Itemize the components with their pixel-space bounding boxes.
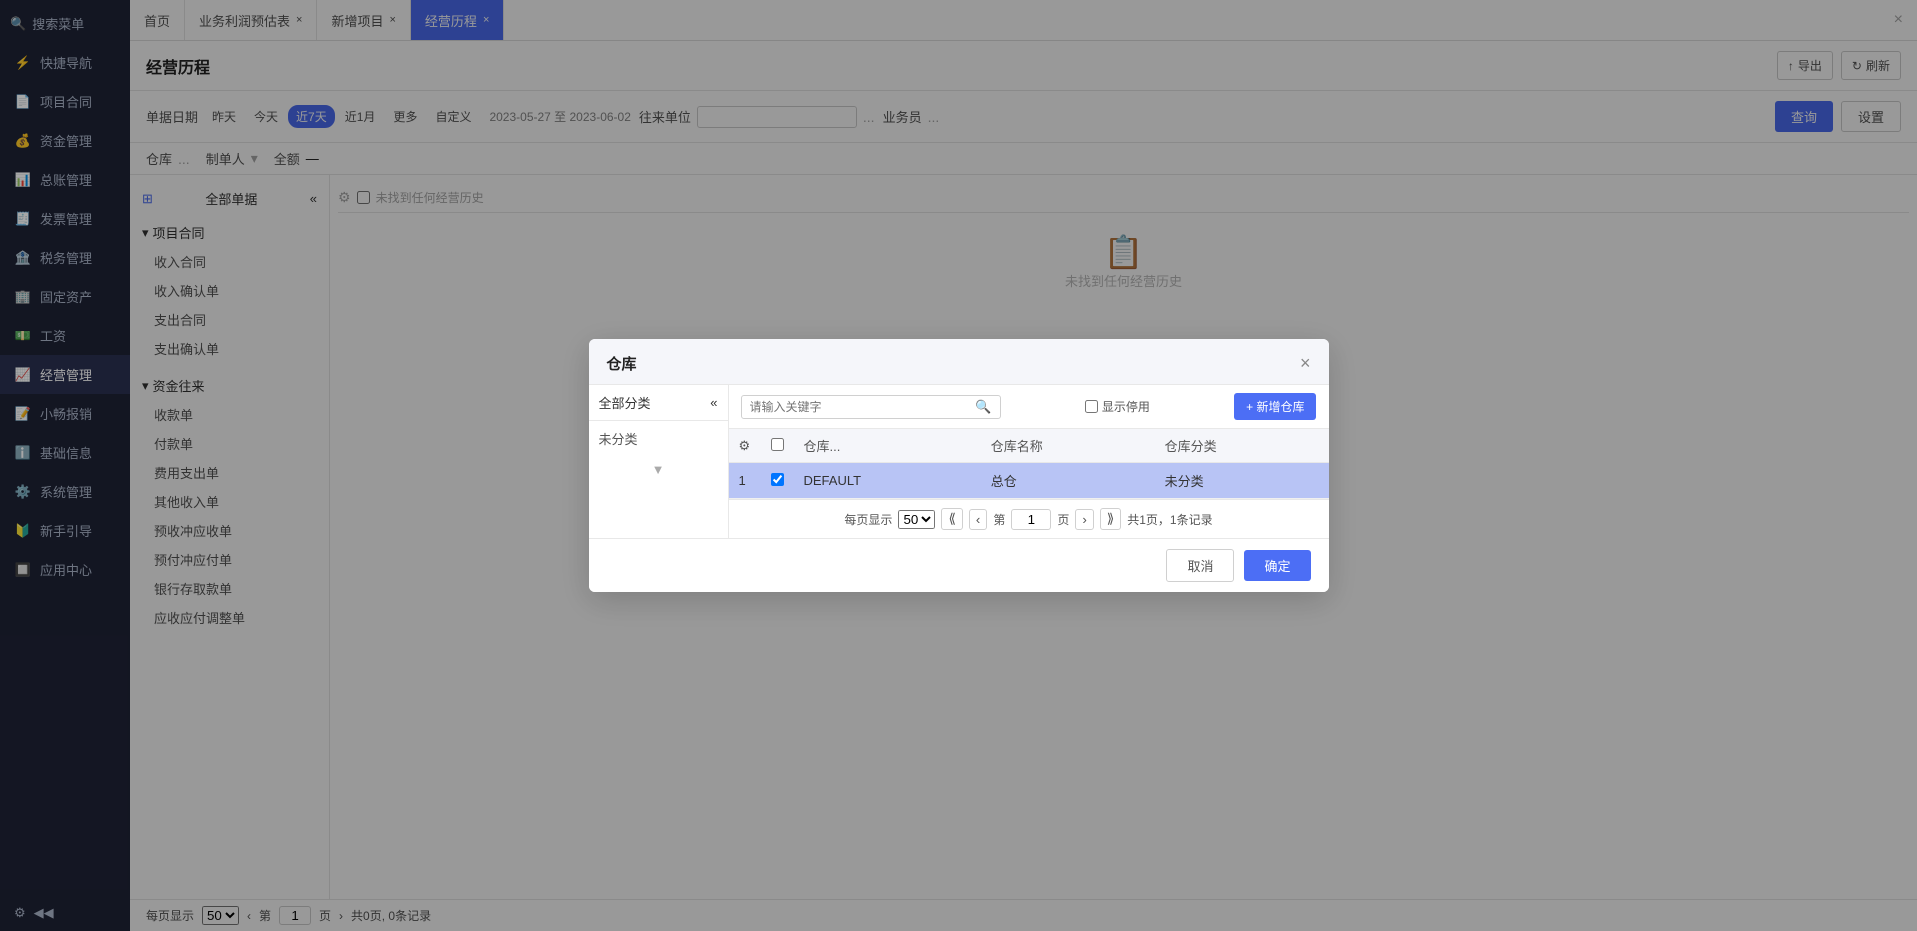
- show-disabled-label[interactable]: 显示停用: [1085, 398, 1150, 415]
- code-col-label: 仓库...: [804, 439, 841, 454]
- pagination-per-page-label: 每页显示: [844, 511, 892, 528]
- modal-uncategorized[interactable]: 未分类: [589, 421, 728, 456]
- modal-table-header-row: ⚙ 仓库... 仓库名称: [729, 429, 1329, 463]
- show-disabled-text: 显示停用: [1102, 398, 1150, 415]
- table-select-all[interactable]: [771, 438, 784, 451]
- modal-category-panel: 全部分类 « 未分类 ▼: [589, 385, 729, 538]
- row-settings-cell: 1: [729, 463, 761, 499]
- category-col-label: 仓库分类: [1165, 439, 1217, 454]
- row-name-cell: 总仓: [981, 463, 1155, 499]
- col-code[interactable]: 仓库...: [794, 429, 981, 463]
- modal-overlay: 仓库 × 全部分类 « 未分类 ▼ 🔍: [0, 0, 1917, 931]
- scroll-indicator: ▼: [589, 456, 728, 483]
- col-settings[interactable]: ⚙: [729, 429, 761, 463]
- first-page-btn[interactable]: ⟪: [941, 508, 962, 530]
- modal-close-button[interactable]: ×: [1300, 353, 1311, 374]
- pag-page-label: 第: [993, 511, 1005, 528]
- col-category[interactable]: 仓库分类: [1155, 429, 1329, 463]
- pagination-total: 共1页，1条记录: [1127, 511, 1212, 528]
- modal-main-panel: 🔍 显示停用 + 新增仓库 ⚙: [729, 385, 1329, 538]
- next-page-btn[interactable]: ›: [1075, 509, 1093, 530]
- row-category-cell: 未分类: [1155, 463, 1329, 499]
- row-checkbox[interactable]: [771, 473, 784, 486]
- modal-toolbar: 🔍 显示停用 + 新增仓库: [729, 385, 1329, 429]
- col-name[interactable]: 仓库名称: [981, 429, 1155, 463]
- name-col-label: 仓库名称: [991, 439, 1043, 454]
- pagination-per-page-select[interactable]: 50: [898, 510, 935, 529]
- warehouse-modal: 仓库 × 全部分类 « 未分类 ▼ 🔍: [589, 339, 1329, 592]
- prev-page-btn[interactable]: ‹: [969, 509, 987, 530]
- pag-page-suffix: 页: [1057, 511, 1069, 528]
- modal-title: 仓库: [607, 353, 637, 374]
- col-checkbox: [761, 429, 794, 463]
- search-icon: 🔍: [975, 399, 991, 415]
- all-categories-label: 全部分类: [599, 393, 651, 412]
- modal-pagination: 每页显示 50 ⟪ ‹ 第 页 › ⟫ 共1页，1条记录: [729, 499, 1329, 538]
- row-checkbox-cell[interactable]: [761, 463, 794, 499]
- confirm-button[interactable]: 确定: [1244, 550, 1310, 581]
- category-collapse-icon[interactable]: «: [710, 395, 717, 410]
- cancel-button[interactable]: 取消: [1166, 549, 1234, 582]
- modal-search-input[interactable]: [750, 400, 976, 414]
- add-warehouse-button[interactable]: + 新增仓库: [1234, 393, 1316, 420]
- last-page-btn[interactable]: ⟫: [1100, 508, 1121, 530]
- modal-table-row[interactable]: 1 DEFAULT 总仓 未分类: [729, 463, 1329, 499]
- settings-col-icon: ⚙: [739, 438, 751, 453]
- modal-page-input[interactable]: [1011, 509, 1051, 530]
- modal-all-categories[interactable]: 全部分类 «: [589, 385, 728, 421]
- show-disabled-checkbox[interactable]: [1085, 400, 1098, 413]
- modal-search-box: 🔍: [741, 395, 1001, 419]
- row-code-cell: DEFAULT: [794, 463, 981, 499]
- modal-footer: 取消 确定: [589, 538, 1329, 592]
- modal-header: 仓库 ×: [589, 339, 1329, 385]
- modal-body: 全部分类 « 未分类 ▼ 🔍 显示停用: [589, 385, 1329, 538]
- modal-table: ⚙ 仓库... 仓库名称: [729, 429, 1329, 499]
